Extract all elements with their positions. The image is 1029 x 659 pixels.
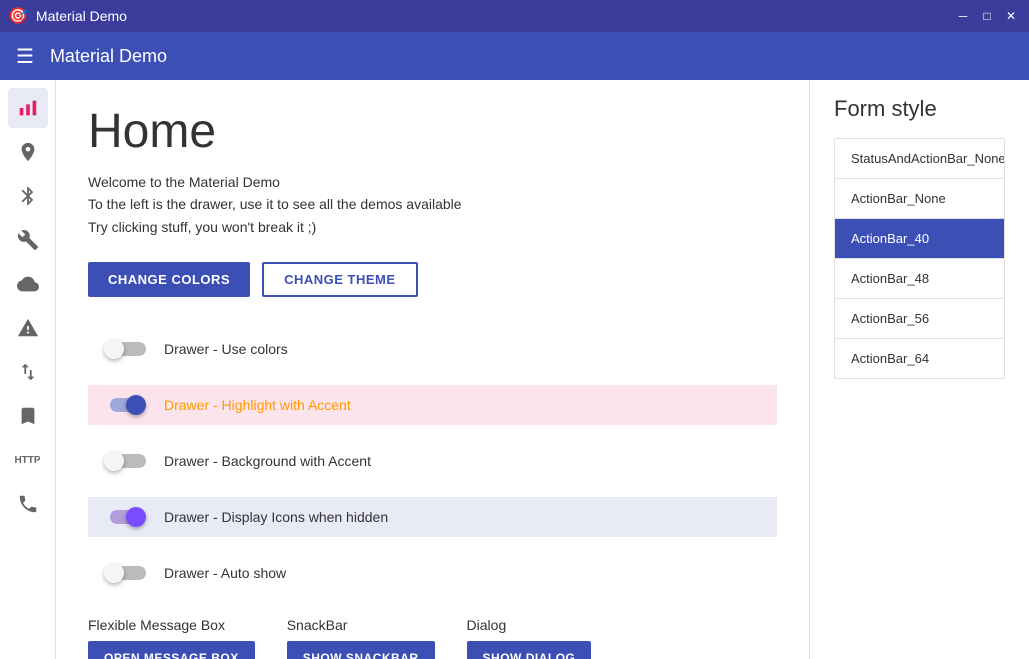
sidebar-item-bookmark[interactable] <box>8 396 48 436</box>
form-style-item-5[interactable]: ActionBar_64 <box>835 339 1004 378</box>
toggle-thumb <box>104 339 124 359</box>
toggle-label-use-colors: Drawer - Use colors <box>164 341 288 357</box>
open-message-box-button[interactable]: OPEN MESSAGE BOX <box>88 641 255 659</box>
hamburger-menu-icon[interactable]: ☰ <box>16 44 34 69</box>
form-style-item-0[interactable]: StatusAndActionBar_None <box>835 139 1004 179</box>
flexible-msg-title: Flexible Message Box <box>88 617 255 633</box>
page-title: Home <box>88 104 777 159</box>
toggle-row-highlight-accent: Drawer - Highlight with Accent <box>88 385 777 425</box>
change-colors-button[interactable]: CHANGE COLORS <box>88 262 250 297</box>
form-style-list: StatusAndActionBar_None ActionBar_None A… <box>834 138 1005 379</box>
flexible-msg-group: Flexible Message Box OPEN MESSAGE BOX <box>88 617 255 659</box>
alert-icon <box>17 317 39 339</box>
location-icon <box>17 141 39 163</box>
sidebar-item-chart[interactable] <box>8 88 48 128</box>
sidebar: HTTP <box>0 80 56 659</box>
app-icon: 🎯 <box>8 6 28 26</box>
close-button[interactable]: ✕ <box>1001 6 1021 26</box>
dialog-title: Dialog <box>467 617 592 633</box>
sidebar-item-phone[interactable] <box>8 484 48 524</box>
sidebar-item-http[interactable]: HTTP <box>8 440 48 480</box>
snackbar-group: SnackBar SHOW SNACKBAR <box>287 617 435 659</box>
sidebar-item-wrench[interactable] <box>8 220 48 260</box>
toggle-row-bg-accent: Drawer - Background with Accent <box>88 441 777 481</box>
wrench-icon <box>17 229 39 251</box>
right-panel: Form style StatusAndActionBar_None Actio… <box>809 80 1029 659</box>
toggle-thumb <box>104 451 124 471</box>
titlebar-controls: ─ □ ✕ <box>953 6 1021 26</box>
dialog-group: Dialog SHOW DIALOG <box>467 617 592 659</box>
action-groups-row: Flexible Message Box OPEN MESSAGE BOX Sn… <box>88 617 777 659</box>
toggle-auto-show[interactable] <box>104 561 152 585</box>
titlebar-title: Material Demo <box>36 8 127 24</box>
bluetooth-icon <box>17 185 39 207</box>
toggle-row-icons-hidden: Drawer - Display Icons when hidden <box>88 497 777 537</box>
phone-icon <box>17 493 39 515</box>
form-style-item-1[interactable]: ActionBar_None <box>835 179 1004 219</box>
appbar: ☰ Material Demo <box>0 32 1029 80</box>
toggle-icons-hidden[interactable] <box>104 505 152 529</box>
titlebar-left: 🎯 Material Demo <box>8 6 127 26</box>
toggle-label-highlight-accent: Drawer - Highlight with Accent <box>164 397 351 413</box>
primary-btn-row: CHANGE COLORS CHANGE THEME <box>88 262 777 297</box>
snackbar-title: SnackBar <box>287 617 435 633</box>
toggle-label-bg-accent: Drawer - Background with Accent <box>164 453 371 469</box>
welcome-text: Welcome to the Material Demo To the left… <box>88 171 777 238</box>
toggle-bg-accent[interactable] <box>104 449 152 473</box>
maximize-button[interactable]: □ <box>977 6 997 26</box>
form-style-item-4[interactable]: ActionBar_56 <box>835 299 1004 339</box>
minimize-button[interactable]: ─ <box>953 6 973 26</box>
http-label: HTTP <box>14 455 40 466</box>
show-snackbar-button[interactable]: SHOW SNACKBAR <box>287 641 435 659</box>
welcome-line3: Try clicking stuff, you won't break it ;… <box>88 216 777 238</box>
welcome-line1: Welcome to the Material Demo <box>88 171 777 193</box>
sidebar-item-transfer[interactable] <box>8 352 48 392</box>
titlebar: 🎯 Material Demo ─ □ ✕ <box>0 0 1029 32</box>
cloud-icon <box>17 273 39 295</box>
change-theme-button[interactable]: CHANGE THEME <box>262 262 417 297</box>
chart-bar-icon <box>17 97 39 119</box>
sidebar-item-alert[interactable] <box>8 308 48 348</box>
toggle-label-icons-hidden: Drawer - Display Icons when hidden <box>164 509 388 525</box>
bottom-section: Flexible Message Box OPEN MESSAGE BOX Sn… <box>88 617 777 659</box>
toggle-row-use-colors: Drawer - Use colors <box>88 329 777 369</box>
form-style-item-2[interactable]: ActionBar_40 <box>835 219 1004 259</box>
welcome-line2: To the left is the drawer, use it to see… <box>88 193 777 215</box>
show-dialog-button[interactable]: SHOW DIALOG <box>467 641 592 659</box>
app-layout: HTTP Home Welcome to the Material Demo T… <box>0 80 1029 659</box>
sidebar-item-bluetooth[interactable] <box>8 176 48 216</box>
toggle-thumb <box>126 395 146 415</box>
bookmark-icon <box>17 405 39 427</box>
toggle-label-auto-show: Drawer - Auto show <box>164 565 286 581</box>
sidebar-item-cloud[interactable] <box>8 264 48 304</box>
transfer-icon <box>17 361 39 383</box>
toggle-highlight-accent[interactable] <box>104 393 152 417</box>
toggle-thumb <box>126 507 146 527</box>
form-style-item-3[interactable]: ActionBar_48 <box>835 259 1004 299</box>
toggle-thumb <box>104 563 124 583</box>
form-style-title: Form style <box>834 96 1005 122</box>
sidebar-item-location[interactable] <box>8 132 48 172</box>
main-content: Home Welcome to the Material Demo To the… <box>56 80 809 659</box>
toggle-row-auto-show: Drawer - Auto show <box>88 553 777 593</box>
appbar-title: Material Demo <box>50 46 167 67</box>
toggle-use-colors[interactable] <box>104 337 152 361</box>
